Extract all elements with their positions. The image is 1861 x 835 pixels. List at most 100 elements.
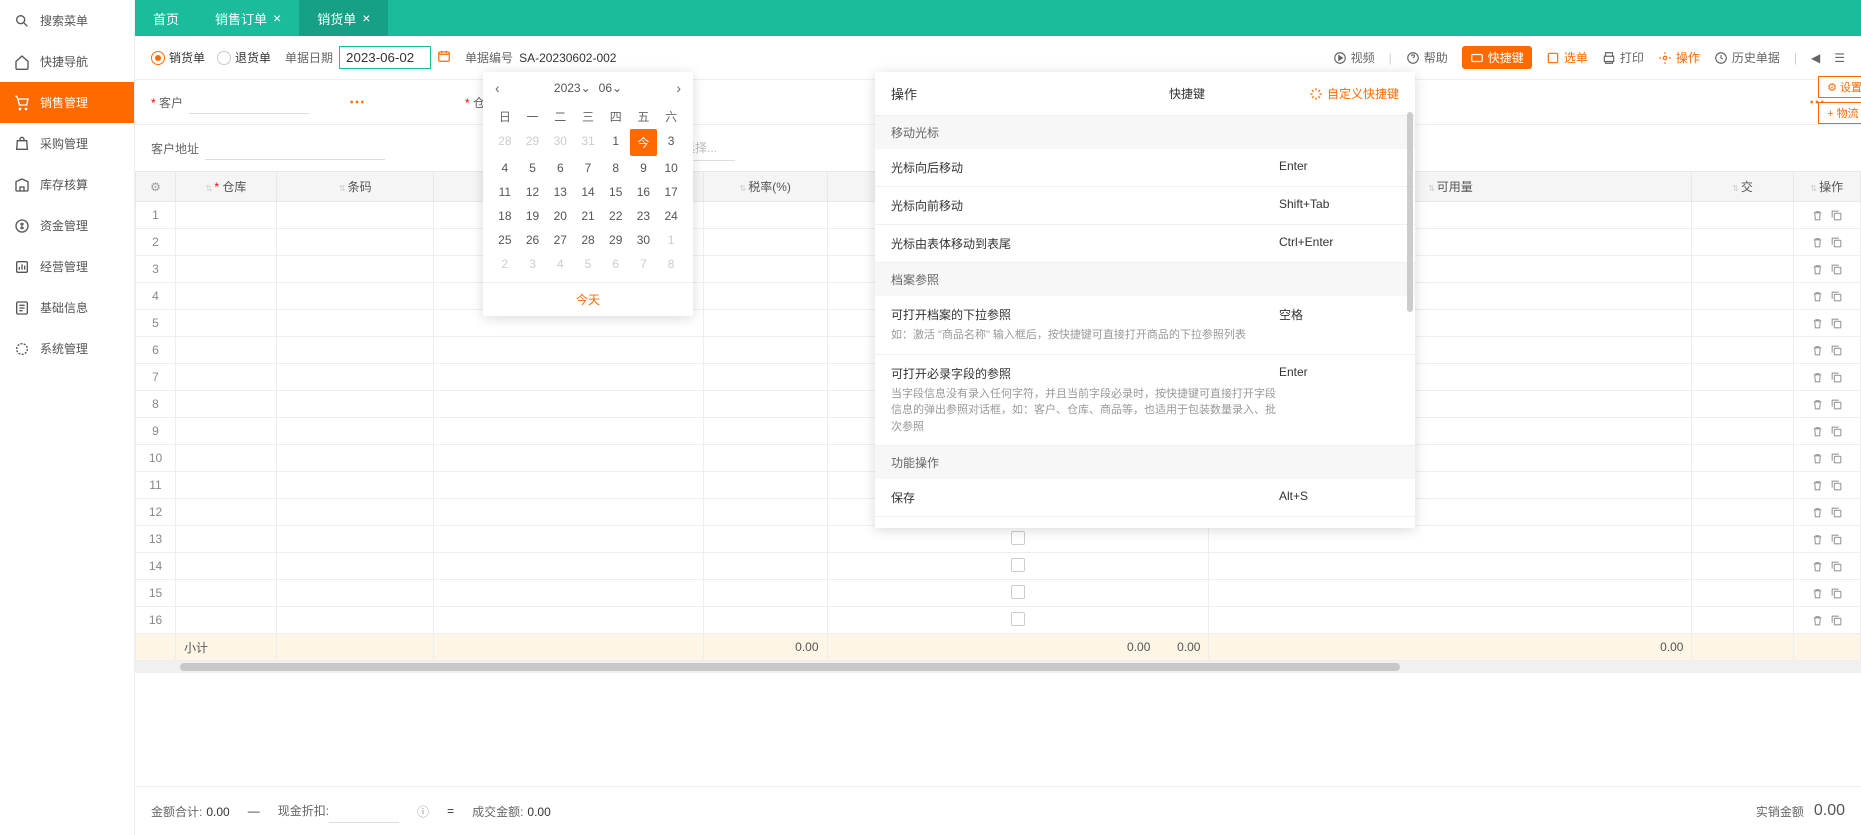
cal-day[interactable]: 1: [602, 129, 630, 156]
cal-day[interactable]: 20: [546, 204, 574, 228]
cal-day[interactable]: 4: [491, 156, 519, 180]
cal-day[interactable]: 3: [657, 129, 685, 156]
delete-icon[interactable]: [1811, 263, 1824, 276]
cal-day[interactable]: 5: [574, 252, 602, 276]
cal-day[interactable]: 23: [630, 204, 658, 228]
col-header[interactable]: ⇅税率(%): [703, 172, 827, 202]
help-button[interactable]: 帮助: [1406, 49, 1448, 66]
gift-checkbox[interactable]: [1011, 531, 1025, 545]
sidebar-item-2[interactable]: 销售管理: [0, 82, 134, 123]
cal-today-button[interactable]: 今天: [483, 282, 693, 316]
customer-input[interactable]: [189, 90, 309, 114]
copy-icon[interactable]: [1830, 290, 1843, 303]
cal-day[interactable]: 28: [574, 228, 602, 252]
cal-day[interactable]: 25: [491, 228, 519, 252]
settings-button[interactable]: ⚙ 设置: [1818, 76, 1861, 98]
cal-prev-icon[interactable]: ‹: [495, 80, 500, 96]
cal-day[interactable]: 27: [546, 228, 574, 252]
sidebar-item-0[interactable]: 搜索菜单: [0, 0, 134, 41]
copy-icon[interactable]: [1830, 371, 1843, 384]
copy-icon[interactable]: [1830, 209, 1843, 222]
cal-day[interactable]: 31: [574, 129, 602, 156]
sidebar-item-5[interactable]: 资金管理: [0, 205, 134, 246]
cal-day[interactable]: 22: [602, 204, 630, 228]
calendar-icon[interactable]: [437, 49, 451, 66]
delete-icon[interactable]: [1811, 560, 1824, 573]
copy-icon[interactable]: [1830, 398, 1843, 411]
cal-day[interactable]: 19: [519, 204, 547, 228]
cal-day[interactable]: 24: [657, 204, 685, 228]
col-header[interactable]: ⇅操作: [1793, 172, 1860, 202]
gift-checkbox[interactable]: [1011, 558, 1025, 572]
sidebar-item-6[interactable]: 经营管理: [0, 246, 134, 287]
cal-day[interactable]: 今: [630, 129, 658, 156]
more-icon[interactable]: ⋯: [349, 92, 365, 112]
gear-icon[interactable]: ⚙: [150, 180, 161, 194]
col-header[interactable]: ⇅* 仓库: [176, 172, 277, 202]
cal-day[interactable]: 11: [491, 180, 519, 204]
select-button[interactable]: 选单: [1546, 49, 1588, 66]
sidebar-item-8[interactable]: 系统管理: [0, 328, 134, 369]
delete-icon[interactable]: [1811, 371, 1824, 384]
delete-icon[interactable]: [1811, 614, 1824, 627]
date-input[interactable]: [339, 46, 431, 69]
sidebar-item-4[interactable]: 库存核算: [0, 164, 134, 205]
tab-0[interactable]: 首页: [135, 0, 197, 36]
cal-day[interactable]: 6: [602, 252, 630, 276]
cal-day[interactable]: 6: [546, 156, 574, 180]
cal-day[interactable]: 3: [519, 252, 547, 276]
delete-icon[interactable]: [1811, 317, 1824, 330]
copy-icon[interactable]: [1830, 533, 1843, 546]
cal-day[interactable]: 26: [519, 228, 547, 252]
copy-icon[interactable]: [1830, 317, 1843, 330]
table-row[interactable]: 16: [136, 607, 1861, 634]
cal-day[interactable]: 7: [630, 252, 658, 276]
discount-input[interactable]: [329, 799, 399, 823]
delete-icon[interactable]: [1811, 479, 1824, 492]
gift-checkbox[interactable]: [1011, 585, 1025, 599]
radio-1[interactable]: 退货单: [217, 49, 271, 66]
cal-day[interactable]: 8: [602, 156, 630, 180]
gift-checkbox[interactable]: [1011, 612, 1025, 626]
sc-scrollbar[interactable]: [1407, 112, 1413, 524]
address-input[interactable]: [205, 136, 385, 160]
print-button[interactable]: 打印: [1602, 49, 1644, 66]
history-button[interactable]: 历史单据: [1714, 49, 1780, 66]
copy-icon[interactable]: [1830, 614, 1843, 627]
copy-icon[interactable]: [1830, 425, 1843, 438]
col-header[interactable]: ⇅条码: [277, 172, 434, 202]
table-row[interactable]: 13: [136, 526, 1861, 553]
cal-day[interactable]: 30: [546, 129, 574, 156]
cal-month[interactable]: 06⌄: [599, 81, 622, 95]
cal-day[interactable]: 2: [491, 252, 519, 276]
tab-2[interactable]: 销货单×: [299, 0, 388, 36]
cal-day[interactable]: 18: [491, 204, 519, 228]
tab-close-icon[interactable]: ×: [273, 10, 281, 26]
copy-icon[interactable]: [1830, 560, 1843, 573]
delete-icon[interactable]: [1811, 209, 1824, 222]
cal-day[interactable]: 30: [630, 228, 658, 252]
delete-icon[interactable]: [1811, 452, 1824, 465]
cal-day[interactable]: 10: [657, 156, 685, 180]
cal-day[interactable]: 9: [630, 156, 658, 180]
cal-day[interactable]: 8: [657, 252, 685, 276]
copy-icon[interactable]: [1830, 587, 1843, 600]
delete-icon[interactable]: [1811, 236, 1824, 249]
cal-year[interactable]: 2023⌄: [554, 81, 591, 95]
delete-icon[interactable]: [1811, 533, 1824, 546]
radio-0[interactable]: 销货单: [151, 49, 205, 66]
sidebar-item-1[interactable]: 快捷导航: [0, 41, 134, 82]
operate-button[interactable]: 操作: [1658, 49, 1700, 66]
video-button[interactable]: 视频: [1333, 49, 1375, 66]
copy-icon[interactable]: [1830, 506, 1843, 519]
tab-1[interactable]: 销售订单×: [197, 0, 299, 36]
table-row[interactable]: 14: [136, 553, 1861, 580]
delete-icon[interactable]: [1811, 587, 1824, 600]
menu-icon[interactable]: ☰: [1834, 51, 1845, 65]
cal-day[interactable]: 4: [546, 252, 574, 276]
cal-day[interactable]: 14: [574, 180, 602, 204]
cal-day[interactable]: 12: [519, 180, 547, 204]
col-header[interactable]: ⇅交: [1692, 172, 1793, 202]
sidebar-item-3[interactable]: 采购管理: [0, 123, 134, 164]
prev-icon[interactable]: ◀: [1811, 51, 1820, 65]
